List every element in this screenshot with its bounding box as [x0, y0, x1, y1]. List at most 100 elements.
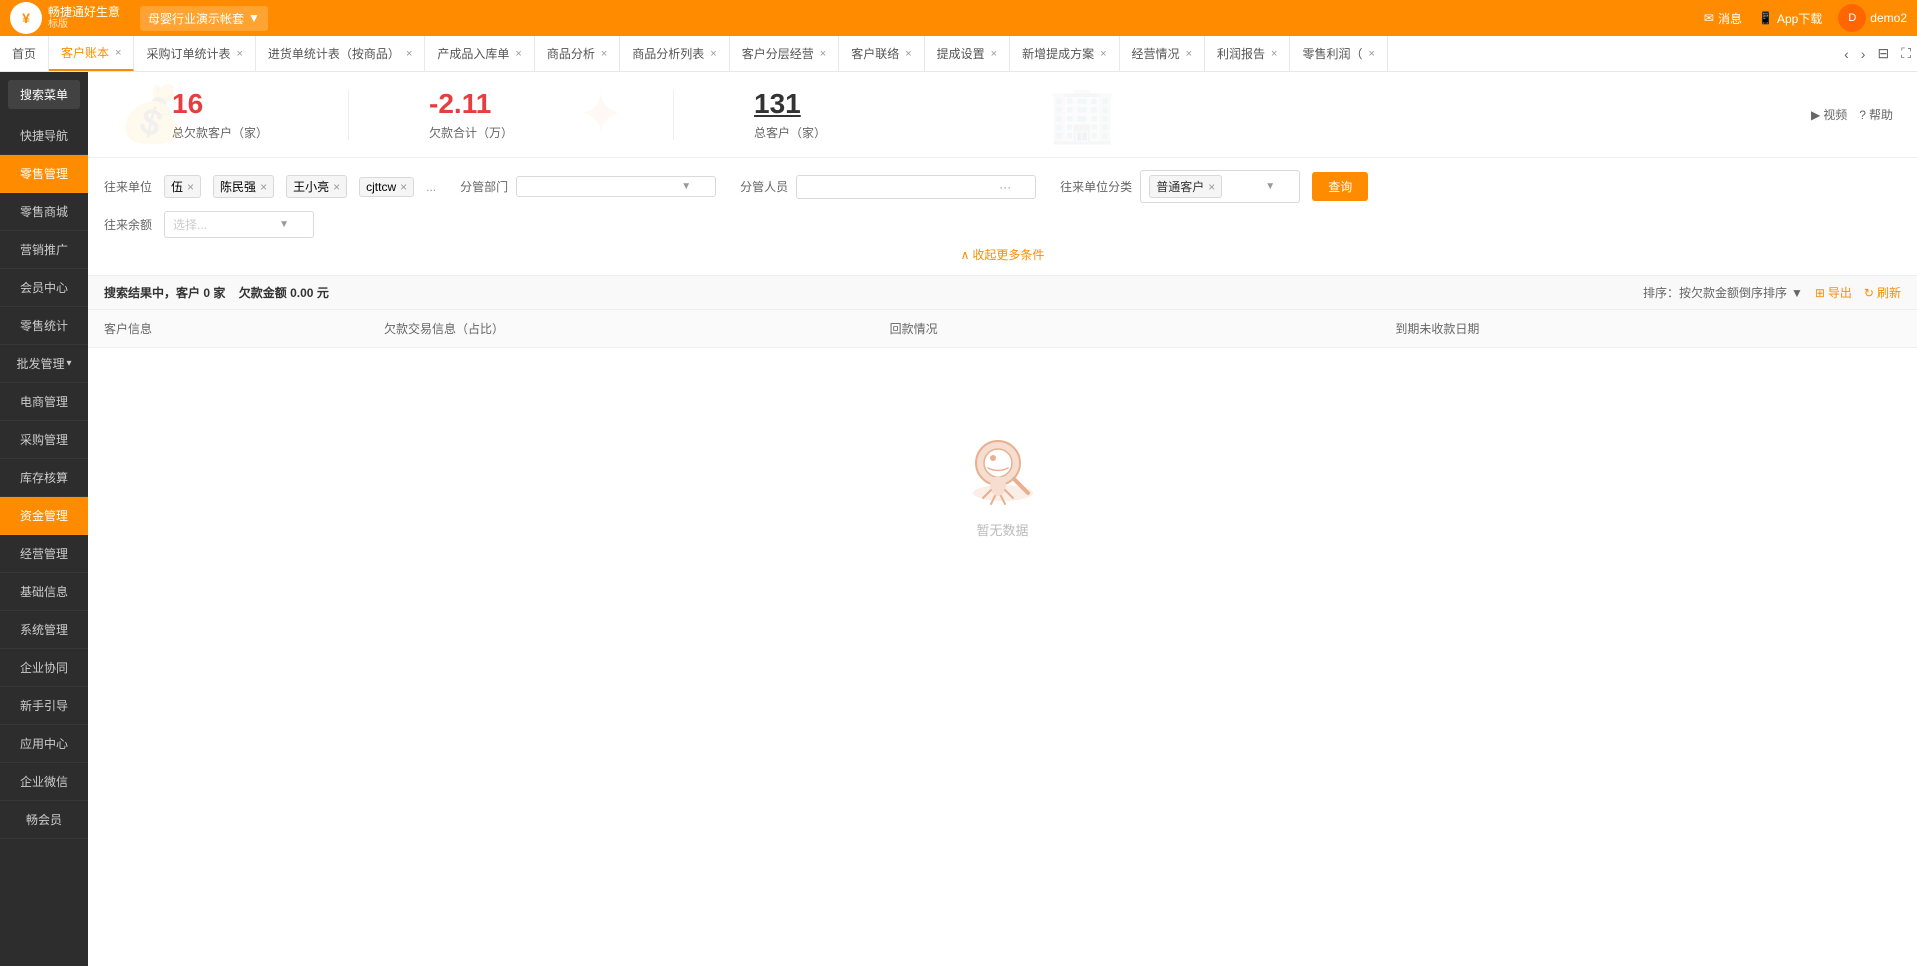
sidebar-item-basic-info[interactable]: 基础信息: [0, 573, 88, 611]
tab-label: 利润报告: [1217, 45, 1265, 62]
tab-close-icon[interactable]: ×: [1271, 48, 1277, 60]
user-avatar-button[interactable]: D demo2: [1838, 4, 1907, 32]
unit-category-select[interactable]: 普通客户 × ▼: [1140, 170, 1300, 203]
avatar: D: [1838, 4, 1866, 32]
top-bar: ¥ 畅捷通好生意 标版 母婴行业演示帐套 ▼ ✉ 消息 📱 App下载 D: [0, 0, 1917, 36]
stat-total-customers: 131 总客户（家）: [754, 88, 826, 141]
chevron-down-icon: ▼: [681, 181, 691, 192]
tab-customer-segment[interactable]: 客户分层经营 ×: [730, 36, 839, 71]
chevron-down-icon: ▼: [279, 219, 289, 230]
tab-label: 采购订单统计表: [146, 45, 230, 62]
collapse-filter-button[interactable]: ∧ 收起更多条件: [961, 246, 1045, 263]
tab-close-icon[interactable]: ×: [710, 48, 716, 60]
tab-close-icon[interactable]: ×: [115, 47, 121, 59]
nav-selector[interactable]: 母婴行业演示帐套 ▼: [140, 6, 268, 31]
tab-purchase-order-stats[interactable]: 采购订单统计表 ×: [134, 36, 255, 71]
sidebar-item-wholesale[interactable]: 批发管理 ▾: [0, 345, 88, 383]
app-container: ¥ 畅捷通好生意 标版 母婴行业演示帐套 ▼ ✉ 消息 📱 App下载 D: [0, 0, 1917, 966]
sidebar-item-inventory[interactable]: 库存核算: [0, 459, 88, 497]
filter-tag-close-button[interactable]: ×: [400, 180, 407, 194]
tab-add-achievement-plan[interactable]: 新增提成方案 ×: [1010, 36, 1119, 71]
sidebar-item-system[interactable]: 系统管理: [0, 611, 88, 649]
chevron-down-icon: ▾: [66, 358, 71, 369]
table-header-customer-info: 客户信息: [104, 320, 384, 337]
sidebar-item-retail[interactable]: 零售管理: [0, 155, 88, 193]
tab-close-icon[interactable]: ×: [1186, 48, 1192, 60]
sidebar-item-marketing[interactable]: 营销推广: [0, 231, 88, 269]
sidebar-item-app-center[interactable]: 应用中心: [0, 725, 88, 763]
sidebar-item-member-pro[interactable]: 畅会员: [0, 801, 88, 839]
help-button[interactable]: ? 帮助: [1859, 106, 1893, 123]
tab-fullscreen-button[interactable]: ⛶: [1895, 45, 1917, 62]
sidebar-item-member[interactable]: 会员中心: [0, 269, 88, 307]
result-actions: 排序：按欠款金额倒序排序 ▼ ⊞ 导出 ↻ 刷新: [1643, 284, 1901, 301]
tab-menu-button[interactable]: ⊟: [1871, 45, 1895, 62]
tab-close-icon[interactable]: ×: [905, 48, 911, 60]
tab-label: 提成设置: [937, 45, 985, 62]
export-icon: ⊞: [1815, 286, 1825, 300]
remaining-select[interactable]: 选择... ▼: [164, 211, 314, 238]
empty-state: 暂无数据: [88, 348, 1917, 599]
tab-product-inbound[interactable]: 产成品入库单 ×: [425, 36, 534, 71]
query-button[interactable]: 查询: [1312, 172, 1368, 201]
tab-customer-accounts[interactable]: 客户账本 ×: [49, 36, 134, 71]
search-menu-button[interactable]: 搜索菜单: [8, 80, 80, 109]
export-button[interactable]: ⊞ 导出: [1815, 284, 1852, 301]
filter-tag-close-button[interactable]: ×: [333, 180, 340, 194]
stat-debt-total-value: -2.11: [429, 88, 491, 120]
tab-close-icon[interactable]: ×: [1368, 48, 1374, 60]
tab-customer-contact[interactable]: 客户联络 ×: [839, 36, 924, 71]
filter-tag-close-button[interactable]: ×: [187, 180, 194, 194]
refresh-button[interactable]: ↻ 刷新: [1864, 284, 1901, 301]
filter-tag-wu: 伍 ×: [164, 175, 201, 198]
tab-business-status[interactable]: 经营情况 ×: [1120, 36, 1205, 71]
app-download-button[interactable]: 📱 App下载: [1758, 10, 1822, 27]
table-header-debt-transaction: 欠款交易信息（占比）: [384, 320, 890, 337]
play-icon: ▶: [1811, 108, 1820, 122]
tab-product-analysis-list[interactable]: 商品分析列表 ×: [620, 36, 729, 71]
tab-close-icon[interactable]: ×: [601, 48, 607, 60]
sidebar-item-retail-stats[interactable]: 零售统计: [0, 307, 88, 345]
tab-prev-button[interactable]: ‹: [1838, 46, 1855, 62]
tab-retail-profit[interactable]: 零售利润（ ×: [1290, 36, 1387, 71]
stats-bar: 💰 ✦ 🏢 16 总欠款客户（家） -2.11 欠款合计（万） 131 总客户（…: [88, 72, 1917, 158]
filter-more-tags-button[interactable]: ...: [426, 180, 436, 194]
sidebar-item-enterprise[interactable]: 企业协同: [0, 649, 88, 687]
tab-close-icon[interactable]: ×: [820, 48, 826, 60]
video-help-button[interactable]: ▶ 视频: [1811, 106, 1847, 123]
sidebar-item-finance[interactable]: 资金管理: [0, 497, 88, 535]
filter-tag-close-button[interactable]: ×: [260, 180, 267, 194]
filter-tag-close-button[interactable]: ×: [1208, 180, 1215, 194]
tab-next-button[interactable]: ›: [1855, 46, 1872, 62]
division-person-select[interactable]: ···: [796, 175, 1036, 199]
tab-close-icon[interactable]: ×: [236, 48, 242, 60]
division-dept-select[interactable]: ▼: [516, 176, 716, 197]
tab-product-analysis[interactable]: 商品分析 ×: [535, 36, 620, 71]
stat-total-customers-value: 131: [754, 88, 801, 120]
content-area: 💰 ✦ 🏢 16 总欠款客户（家） -2.11 欠款合计（万） 131 总客户（…: [88, 72, 1917, 966]
tab-close-icon[interactable]: ×: [991, 48, 997, 60]
chevron-down-icon: ▼: [248, 11, 260, 25]
sidebar-item-new-guide[interactable]: 新手引导: [0, 687, 88, 725]
sidebar-item-enterprise-wechat[interactable]: 企业微信: [0, 763, 88, 801]
tab-close-icon[interactable]: ×: [406, 48, 412, 60]
sidebar-item-retail-mall[interactable]: 零售商城: [0, 193, 88, 231]
tab-inbound-stats[interactable]: 进货单统计表（按商品） ×: [256, 36, 425, 71]
sort-selector[interactable]: 排序：按欠款金额倒序排序 ▼: [1643, 284, 1803, 301]
tab-home[interactable]: 首页: [0, 36, 49, 71]
sidebar-item-operations[interactable]: 经营管理: [0, 535, 88, 573]
message-button[interactable]: ✉ 消息: [1704, 10, 1742, 27]
sidebar-item-quick-nav[interactable]: 快捷导航: [0, 117, 88, 155]
sort-label: 排序：按欠款金额倒序排序: [1643, 284, 1787, 301]
sidebar-item-ecommerce[interactable]: 电商管理: [0, 383, 88, 421]
tab-promotion-settings[interactable]: 提成设置 ×: [925, 36, 1010, 71]
table-header-overdue-date: 到期未收款日期: [1395, 320, 1901, 337]
refresh-icon: ↻: [1864, 286, 1874, 300]
sidebar-item-purchase[interactable]: 采购管理: [0, 421, 88, 459]
stat-bg-icon-2: ✦: [578, 82, 624, 146]
tab-profit-report[interactable]: 利润报告 ×: [1205, 36, 1290, 71]
tab-close-icon[interactable]: ×: [515, 48, 521, 60]
tab-close-icon[interactable]: ×: [1100, 48, 1106, 60]
unit-category-tag: 普通客户 ×: [1149, 175, 1222, 198]
no-data-svg: [953, 408, 1053, 508]
